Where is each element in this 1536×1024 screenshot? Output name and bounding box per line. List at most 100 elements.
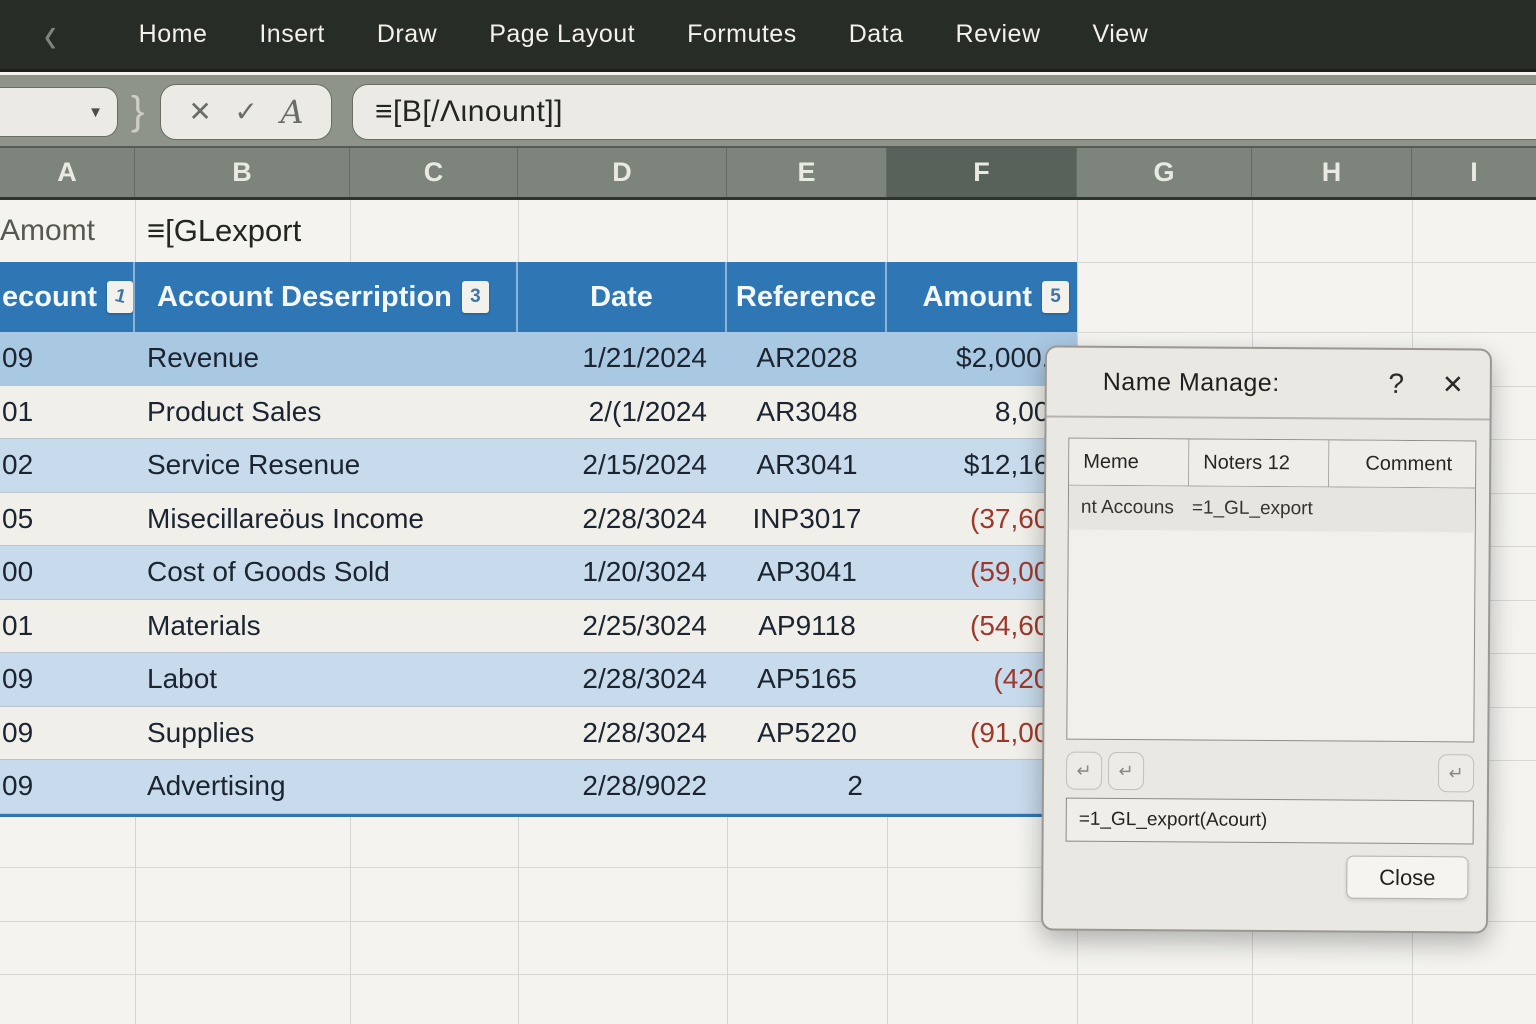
- column-header-a[interactable]: A: [0, 148, 135, 197]
- back-chevron-icon[interactable]: ‹: [44, 8, 57, 61]
- column-header-c[interactable]: C: [350, 148, 518, 197]
- column-headers: A B C D E F G H I: [0, 148, 1536, 200]
- column-header-f-selected[interactable]: F: [887, 148, 1077, 197]
- formula-input[interactable]: ≡[B[/Λιnount]]: [352, 84, 1536, 140]
- header-reference-label: Reference: [735, 280, 877, 313]
- header-account-label: ecount: [2, 280, 98, 313]
- tab-home[interactable]: Home: [113, 0, 234, 71]
- cell-reference[interactable]: AR3048: [727, 386, 887, 439]
- close-button[interactable]: Close: [1346, 855, 1469, 900]
- tab-insert[interactable]: Insert: [233, 0, 351, 71]
- cell-date[interactable]: 1/20/3024: [518, 546, 727, 599]
- list-column-name[interactable]: Meme: [1069, 438, 1190, 486]
- cell-reference[interactable]: AP5220: [727, 707, 887, 760]
- cell-date[interactable]: 2/28/3024: [518, 493, 727, 546]
- cell-description[interactable]: Product Sales: [135, 386, 518, 439]
- header-reference[interactable]: Reference: [727, 262, 887, 332]
- cell-reference[interactable]: 2: [727, 760, 887, 813]
- cell-date[interactable]: 2/15/2024: [518, 439, 727, 492]
- help-icon[interactable]: ?: [1388, 368, 1404, 400]
- enter-icon[interactable]: ✓: [234, 98, 257, 126]
- cell-description[interactable]: Supplies: [135, 707, 518, 760]
- cell-reference[interactable]: INP3017: [727, 493, 887, 546]
- list-column-comment[interactable]: Comment: [1329, 440, 1475, 488]
- list-item[interactable]: nt Accouns =1_GL_export: [1068, 485, 1476, 533]
- cell-reference[interactable]: AR2028: [727, 332, 887, 385]
- cell-description[interactable]: Materials: [135, 600, 518, 653]
- cell-date[interactable]: 2/25/3024: [518, 600, 727, 653]
- tab-draw[interactable]: Draw: [351, 0, 463, 71]
- cell-account[interactable]: 01: [0, 386, 135, 439]
- cell-description[interactable]: Labot: [135, 653, 518, 706]
- cell-date[interactable]: 2/28/3024: [518, 707, 727, 760]
- header-date[interactable]: Date: [518, 262, 727, 332]
- name-manager-dialog: Name Manage: ? ✕ Meme Noters 12 Comment …: [1040, 345, 1493, 934]
- column-header-b[interactable]: B: [135, 148, 350, 197]
- table-row: 01 Materials 2/25/3024 AP9118 (54,600: [0, 599, 1077, 653]
- cell-reference[interactable]: AP5165: [727, 653, 887, 706]
- cell-description[interactable]: Revenue: [135, 332, 518, 385]
- fx-icon[interactable]: A: [281, 96, 304, 128]
- list-column-value[interactable]: Noters 12: [1189, 439, 1330, 487]
- cancel-icon[interactable]: ✕: [188, 98, 211, 126]
- tab-page-layout[interactable]: Page Layout: [463, 0, 661, 71]
- sheet-row-1: Amomt ≡[GLexport: [0, 200, 1536, 262]
- close-icon[interactable]: ✕: [1442, 369, 1464, 400]
- cell-description[interactable]: Service Resenue: [135, 439, 518, 492]
- name-box[interactable]: ▼: [0, 87, 118, 137]
- refers-to-text: =1_GL_export(Acourt): [1078, 808, 1268, 832]
- dialog-title: Name Manage:: [1102, 367, 1280, 397]
- filter-badge-amount[interactable]: 5: [1042, 281, 1069, 313]
- cell-account[interactable]: 09: [0, 760, 135, 813]
- cell-account[interactable]: 09: [0, 332, 135, 385]
- hook-icon-button[interactable]: ↵: [1065, 751, 1103, 790]
- header-description[interactable]: Account Deserription 3: [135, 262, 518, 332]
- table-row: 09 Labot 2/28/3024 AP5165 (4200: [0, 653, 1077, 707]
- column-header-e[interactable]: E: [727, 148, 887, 197]
- cell-account[interactable]: 05: [0, 493, 135, 546]
- column-header-i[interactable]: I: [1412, 148, 1536, 197]
- cell-date[interactable]: 1/21/2024: [518, 332, 727, 385]
- formula-strip: ▼ } ✕ ✓ A ≡[B[/Λιnount]]: [0, 75, 1536, 148]
- list-item-name: nt Accouns: [1080, 496, 1174, 519]
- column-header-h[interactable]: H: [1252, 148, 1412, 197]
- cell-account[interactable]: 09: [0, 653, 135, 706]
- cell-account[interactable]: 09: [0, 707, 135, 760]
- header-date-label: Date: [590, 280, 653, 313]
- cell-b1[interactable]: ≡[GLexport: [135, 213, 301, 249]
- table-row: 09 Supplies 2/28/3024 AP5220 (91,000: [0, 706, 1077, 760]
- cell-date[interactable]: 2/(1/2024: [518, 386, 727, 439]
- header-amount-label: Amount: [922, 280, 1032, 313]
- header-account[interactable]: ecount 1: [0, 262, 135, 332]
- filter-badge-description[interactable]: 3: [461, 281, 489, 313]
- tab-data[interactable]: Data: [823, 0, 930, 71]
- refers-to-field[interactable]: =1_GL_export(Acourt): [1065, 797, 1474, 845]
- filter-badge-account[interactable]: 1: [107, 281, 133, 313]
- hook-icon-button[interactable]: ↵: [1107, 751, 1145, 791]
- tab-formulas[interactable]: Formutes: [661, 0, 823, 71]
- cell-description[interactable]: Misecillareöus Income: [135, 493, 518, 546]
- cell-account[interactable]: 00: [0, 546, 135, 599]
- cell-date[interactable]: 2/28/9022: [518, 760, 727, 813]
- cell-reference[interactable]: AP9118: [727, 600, 887, 653]
- header-amount[interactable]: Amount 5: [887, 262, 1077, 332]
- tab-view[interactable]: View: [1067, 0, 1175, 71]
- cell-reference[interactable]: AR3041: [727, 439, 887, 492]
- dialog-titlebar[interactable]: Name Manage: ? ✕: [1046, 347, 1491, 421]
- tab-review[interactable]: Review: [930, 0, 1067, 71]
- column-header-g[interactable]: G: [1077, 148, 1252, 197]
- cell-description[interactable]: Cost of Goods Sold: [135, 546, 518, 599]
- cell-account[interactable]: 02: [0, 439, 135, 492]
- column-header-d[interactable]: D: [518, 148, 727, 197]
- table-row: 09 Revenue 1/21/2024 AR2028 $2,000.4: [0, 332, 1077, 386]
- name-box-dropdown-icon[interactable]: ▼: [88, 104, 103, 121]
- cell-date[interactable]: 2/28/3024: [518, 653, 727, 706]
- cell-reference[interactable]: AP3041: [727, 546, 887, 599]
- table-row: 05 Misecillareöus Income 2/28/3024 INP30…: [0, 492, 1077, 546]
- header-description-label: Account Deserription: [157, 280, 452, 313]
- hook-icon-button[interactable]: ↵: [1437, 754, 1475, 793]
- cell-a1[interactable]: Amomt: [0, 214, 135, 248]
- ribbon-tabs: Home Insert Draw Page Layout Formutes Da…: [113, 0, 1175, 71]
- cell-account[interactable]: 01: [0, 600, 135, 653]
- cell-description[interactable]: Advertising: [135, 760, 518, 813]
